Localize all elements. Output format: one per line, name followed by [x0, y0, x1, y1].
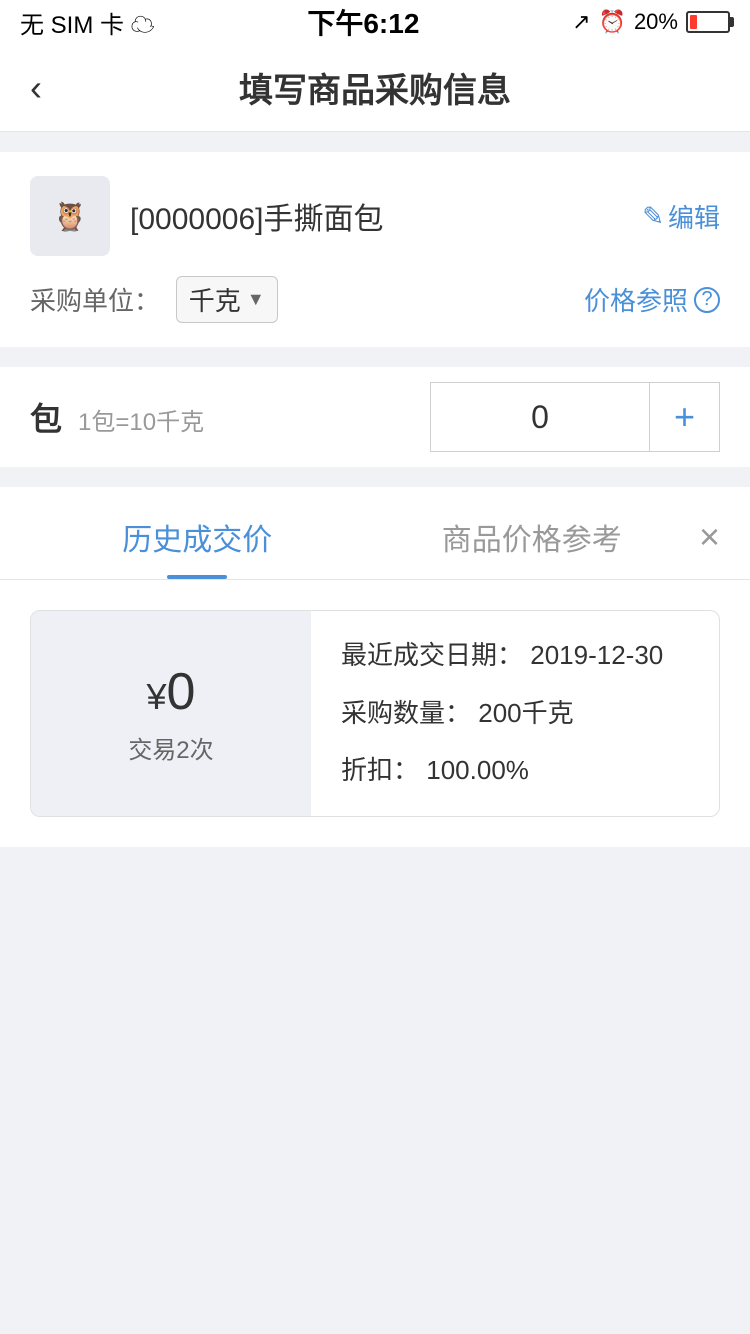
- card-price: ¥0: [147, 662, 196, 722]
- edit-icon: ✎: [642, 201, 664, 232]
- recent-date-value: 2019-12-30: [530, 640, 663, 670]
- card-price-section: ¥0 交易2次: [31, 611, 311, 816]
- qty-input-group: +: [430, 382, 720, 452]
- alarm-icon: ⏰: [599, 9, 626, 35]
- qty-label-group: 包 1包=10千克: [30, 394, 204, 440]
- location-icon: ↗: [572, 9, 590, 35]
- price-ref-help-icon[interactable]: ?: [694, 287, 720, 313]
- signal-text: 无 SIM 卡 ☁: [20, 5, 155, 40]
- product-thumbnail: 🦉: [30, 176, 110, 256]
- status-bar: 无 SIM 卡 ☁ 下午6:12 ↗ ⏰ 20%: [0, 0, 750, 44]
- price-ref-label: 价格参照: [584, 281, 688, 318]
- recent-date-row: 最近成交日期： 2019-12-30: [341, 635, 689, 677]
- status-left: 无 SIM 卡 ☁: [20, 5, 155, 40]
- history-card: ¥0 交易2次 最近成交日期： 2019-12-30 采购数量： 200千克 折…: [30, 610, 720, 817]
- price-symbol: ¥: [147, 676, 167, 717]
- unit-select[interactable]: 千克 ▼: [176, 276, 278, 323]
- price-ref-button[interactable]: 价格参照 ?: [584, 281, 720, 318]
- recent-date-label: 最近成交日期：: [341, 640, 523, 670]
- back-button[interactable]: ‹: [20, 57, 52, 119]
- owl-icon: 🦉: [53, 200, 88, 233]
- card-detail-section: 最近成交日期： 2019-12-30 采购数量： 200千克 折扣： 100.0…: [311, 611, 719, 816]
- status-right: ↗ ⏰ 20%: [572, 9, 730, 35]
- close-button[interactable]: ×: [699, 488, 720, 578]
- product-header: 🦉 [0000006]手撕面包 ✎ 编辑: [30, 176, 720, 256]
- page-title: 填写商品采购信息: [239, 63, 511, 112]
- qty-plus-button[interactable]: +: [650, 382, 720, 452]
- nav-bar: ‹ 填写商品采购信息: [0, 44, 750, 132]
- trade-count: 交易2次: [128, 730, 213, 765]
- quantity-section: 包 1包=10千克 +: [0, 367, 750, 467]
- unit-label: 采购单位：: [30, 286, 160, 316]
- discount-label: 折扣：: [341, 755, 419, 785]
- tab-history[interactable]: 历史成交价: [30, 487, 364, 579]
- tabs-section: 历史成交价 商品价格参考 × ¥0 交易2次 最近成交日期： 2019-12-3…: [0, 487, 750, 847]
- purchase-qty-row: 采购数量： 200千克: [341, 693, 689, 735]
- status-time: 下午6:12: [307, 2, 419, 42]
- product-row2: 采购单位： 千克 ▼ 价格参照 ?: [30, 276, 720, 323]
- purchase-qty-value: 200千克: [478, 698, 573, 728]
- qty-convert: 1包=10千克: [78, 402, 204, 437]
- edit-button[interactable]: ✎ 编辑: [642, 198, 720, 235]
- battery-icon: [686, 11, 730, 33]
- unit-value: 千克: [189, 281, 241, 318]
- history-content: ¥0 交易2次 最近成交日期： 2019-12-30 采购数量： 200千克 折…: [0, 580, 750, 847]
- discount-value: 100.00%: [426, 755, 529, 785]
- product-left: 🦉 [0000006]手撕面包: [30, 176, 383, 256]
- edit-label: 编辑: [668, 198, 720, 235]
- purchase-qty-label: 采购数量：: [341, 698, 471, 728]
- tab-reference[interactable]: 商品价格参考: [364, 487, 698, 579]
- unit-group: 采购单位： 千克 ▼: [30, 276, 278, 323]
- qty-input[interactable]: [430, 382, 650, 452]
- price-value: 0: [167, 663, 196, 721]
- product-name: [0000006]手撕面包: [130, 194, 383, 238]
- section-divider-1: [0, 347, 750, 367]
- tabs-header: 历史成交价 商品价格参考 ×: [0, 487, 750, 580]
- battery-fill: [690, 15, 697, 29]
- battery-pct: 20%: [634, 9, 678, 35]
- qty-unit: 包: [30, 394, 62, 440]
- unit-dropdown-arrow: ▼: [247, 289, 265, 310]
- product-section: 🦉 [0000006]手撕面包 ✎ 编辑 采购单位： 千克 ▼ 价格参照 ?: [0, 152, 750, 347]
- discount-row: 折扣： 100.00%: [341, 750, 689, 792]
